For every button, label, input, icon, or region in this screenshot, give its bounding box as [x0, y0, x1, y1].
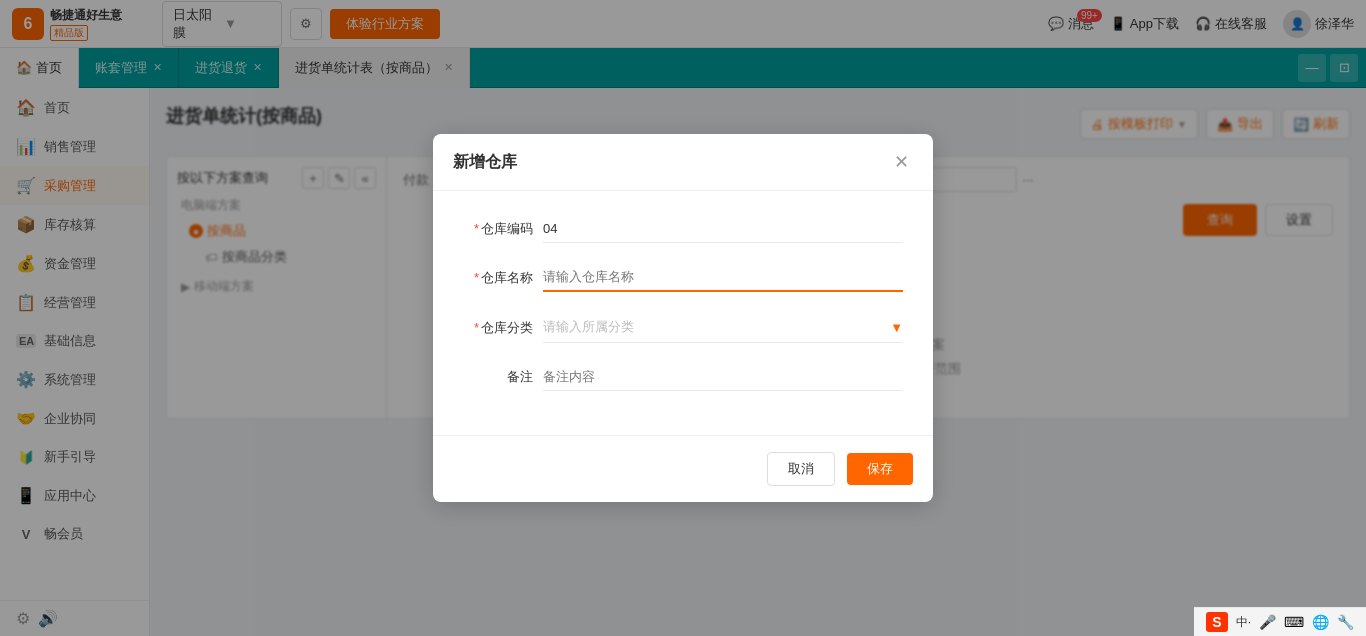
- bottom-bar: S 中· 🎤 ⌨ 🌐 🔧: [1194, 607, 1366, 636]
- category-arrow-icon: ▼: [890, 320, 903, 335]
- category-field-row: 仓库分类 请输入所属分类 ▼: [463, 312, 903, 343]
- note-input[interactable]: [543, 363, 903, 391]
- note-field-row: 备注: [463, 363, 903, 391]
- save-button[interactable]: 保存: [847, 453, 913, 485]
- keyboard-icon: ⌨: [1284, 614, 1304, 630]
- bottom-label: 中·: [1236, 614, 1251, 631]
- name-input[interactable]: [543, 263, 903, 292]
- modal-overlay: 新增仓库 ✕ 仓库编码 仓库名称 仓库分类: [0, 0, 1366, 636]
- name-label: 仓库名称: [463, 269, 543, 287]
- lang-icon: 🌐: [1312, 614, 1329, 630]
- code-field-row: 仓库编码: [463, 215, 903, 243]
- name-field-row: 仓库名称: [463, 263, 903, 292]
- tools-icon: 🔧: [1337, 614, 1354, 630]
- dialog-close-button[interactable]: ✕: [889, 150, 913, 174]
- note-label: 备注: [463, 368, 543, 386]
- dialog-footer: 取消 保存: [433, 435, 933, 502]
- code-input[interactable]: [543, 215, 903, 243]
- code-label: 仓库编码: [463, 220, 543, 238]
- mic-icon: 🎤: [1259, 614, 1276, 630]
- dialog-title: 新增仓库: [453, 152, 517, 173]
- category-label: 仓库分类: [463, 319, 543, 337]
- category-select[interactable]: 请输入所属分类 ▼: [543, 312, 903, 343]
- dialog-body: 仓库编码 仓库名称 仓库分类 请输入所属分类 ▼: [433, 191, 933, 435]
- cancel-button[interactable]: 取消: [767, 452, 835, 486]
- s-logo: S: [1206, 612, 1227, 632]
- new-warehouse-dialog: 新增仓库 ✕ 仓库编码 仓库名称 仓库分类: [433, 134, 933, 502]
- dialog-header: 新增仓库 ✕: [433, 134, 933, 191]
